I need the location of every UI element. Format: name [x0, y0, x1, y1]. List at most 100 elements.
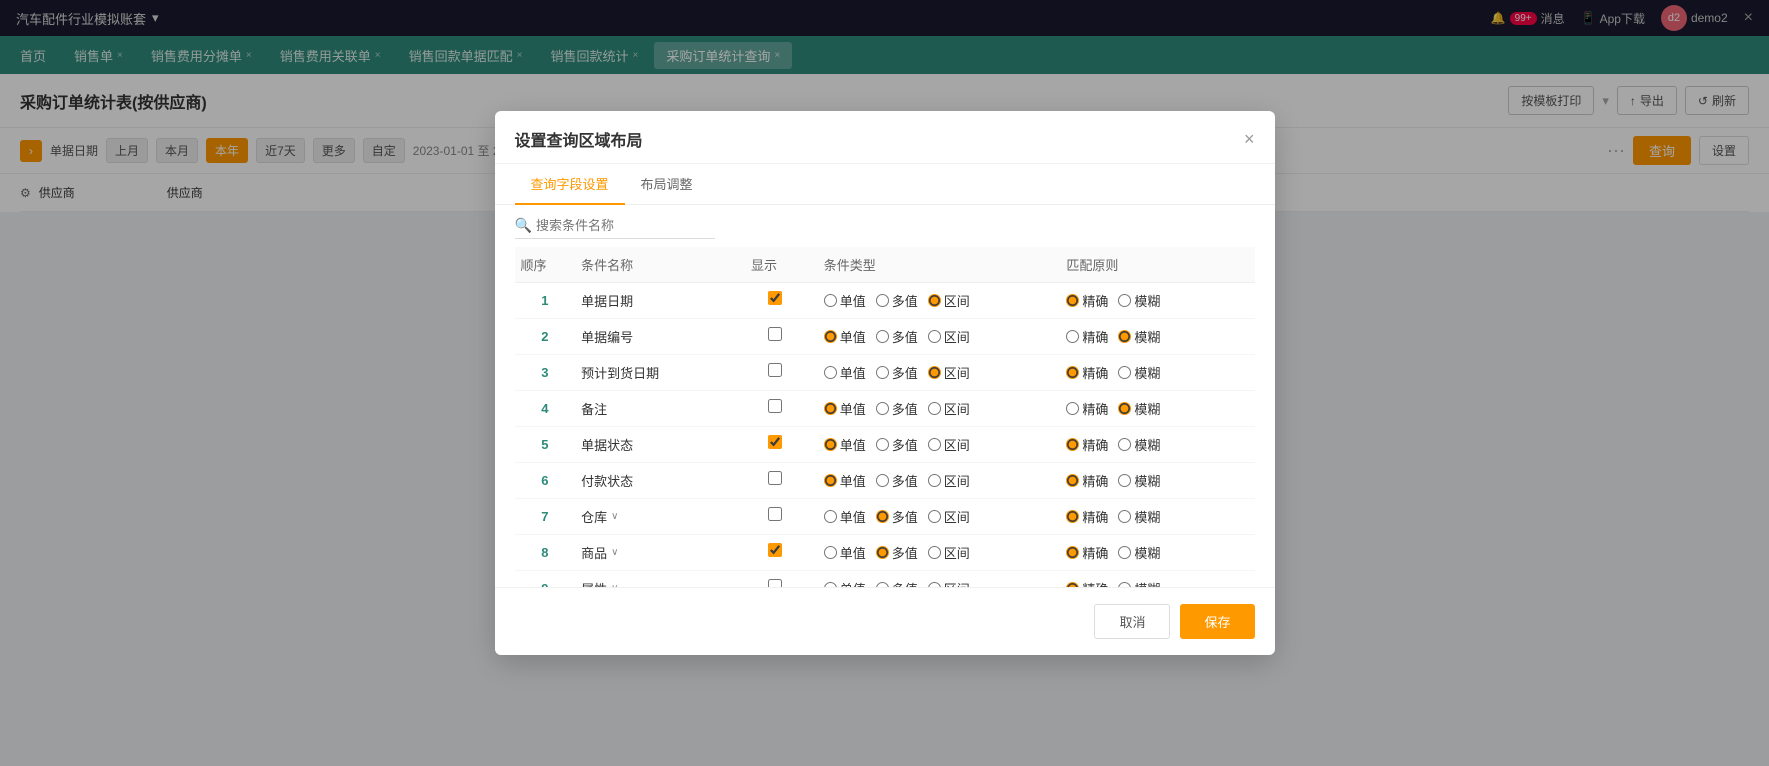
- type-multi-radio[interactable]: [876, 402, 889, 415]
- match-fuzzy-radio[interactable]: [1118, 402, 1131, 415]
- cell-show[interactable]: [745, 427, 805, 457]
- match-fuzzy-option[interactable]: 模糊: [1118, 507, 1160, 526]
- type-single-option[interactable]: 单值: [824, 291, 866, 310]
- type-single-radio[interactable]: [824, 546, 837, 559]
- cell-show[interactable]: [745, 499, 805, 529]
- type-single-option[interactable]: 单值: [824, 543, 866, 562]
- type-multi-radio[interactable]: [876, 294, 889, 307]
- show-checkbox[interactable]: [768, 327, 782, 341]
- type-range-option[interactable]: 区间: [928, 291, 970, 310]
- type-range-option[interactable]: 区间: [928, 327, 970, 346]
- type-single-option[interactable]: 单值: [824, 399, 866, 418]
- match-exact-radio[interactable]: [1066, 402, 1079, 415]
- type-single-option[interactable]: 单值: [824, 471, 866, 490]
- type-single-option[interactable]: 单值: [824, 435, 866, 454]
- type-multi-option[interactable]: 多值: [876, 471, 918, 490]
- type-single-radio[interactable]: [824, 366, 837, 379]
- match-fuzzy-option[interactable]: 模糊: [1118, 579, 1160, 587]
- type-single-radio[interactable]: [824, 474, 837, 487]
- match-exact-radio[interactable]: [1066, 474, 1079, 487]
- match-exact-radio[interactable]: [1066, 438, 1079, 451]
- match-exact-option[interactable]: 精确: [1066, 291, 1108, 310]
- cancel-btn[interactable]: 取消: [1094, 604, 1170, 639]
- type-range-option[interactable]: 区间: [928, 399, 970, 418]
- match-exact-option[interactable]: 精确: [1066, 363, 1108, 382]
- type-multi-option[interactable]: 多值: [876, 507, 918, 526]
- match-fuzzy-radio[interactable]: [1118, 582, 1131, 587]
- show-checkbox[interactable]: [768, 579, 782, 587]
- type-multi-option[interactable]: 多值: [876, 327, 918, 346]
- cell-show[interactable]: [745, 535, 805, 565]
- type-multi-option[interactable]: 多值: [876, 291, 918, 310]
- type-multi-radio[interactable]: [876, 510, 889, 523]
- cell-show[interactable]: [745, 355, 805, 385]
- show-checkbox[interactable]: [768, 507, 782, 521]
- type-range-radio[interactable]: [928, 294, 941, 307]
- type-range-radio[interactable]: [928, 366, 941, 379]
- match-exact-radio[interactable]: [1066, 366, 1079, 379]
- match-exact-option[interactable]: 精确: [1066, 435, 1108, 454]
- type-multi-option[interactable]: 多值: [876, 363, 918, 382]
- type-single-radio[interactable]: [824, 510, 837, 523]
- match-fuzzy-radio[interactable]: [1118, 510, 1131, 523]
- dialog-tab-query-fields[interactable]: 查询字段设置: [515, 164, 625, 205]
- match-exact-option[interactable]: 精确: [1066, 579, 1108, 587]
- type-multi-option[interactable]: 多值: [876, 579, 918, 587]
- type-multi-radio[interactable]: [876, 438, 889, 451]
- type-range-radio[interactable]: [928, 546, 941, 559]
- save-btn[interactable]: 保存: [1180, 604, 1254, 639]
- match-fuzzy-option[interactable]: 模糊: [1118, 399, 1160, 418]
- cell-show[interactable]: [745, 391, 805, 421]
- type-multi-radio[interactable]: [876, 582, 889, 587]
- type-range-radio[interactable]: [928, 402, 941, 415]
- cell-show[interactable]: [745, 463, 805, 493]
- type-multi-radio[interactable]: [876, 546, 889, 559]
- match-fuzzy-option[interactable]: 模糊: [1118, 327, 1160, 346]
- match-fuzzy-radio[interactable]: [1118, 438, 1131, 451]
- show-checkbox[interactable]: [768, 435, 782, 449]
- type-range-radio[interactable]: [928, 582, 941, 587]
- type-single-radio[interactable]: [824, 582, 837, 587]
- type-multi-radio[interactable]: [876, 330, 889, 343]
- match-exact-option[interactable]: 精确: [1066, 399, 1108, 418]
- type-multi-option[interactable]: 多值: [876, 543, 918, 562]
- type-single-radio[interactable]: [824, 294, 837, 307]
- match-exact-radio[interactable]: [1066, 510, 1079, 523]
- show-checkbox[interactable]: [768, 543, 782, 557]
- type-range-option[interactable]: 区间: [928, 543, 970, 562]
- type-single-option[interactable]: 单值: [824, 579, 866, 587]
- match-exact-radio[interactable]: [1066, 294, 1079, 307]
- dialog-tab-layout[interactable]: 布局调整: [625, 164, 709, 205]
- show-checkbox[interactable]: [768, 471, 782, 485]
- show-checkbox[interactable]: [768, 363, 782, 377]
- type-range-radio[interactable]: [928, 330, 941, 343]
- match-fuzzy-option[interactable]: 模糊: [1118, 363, 1160, 382]
- type-multi-radio[interactable]: [876, 474, 889, 487]
- type-range-option[interactable]: 区间: [928, 471, 970, 490]
- type-single-option[interactable]: 单值: [824, 507, 866, 526]
- type-range-radio[interactable]: [928, 438, 941, 451]
- type-range-radio[interactable]: [928, 474, 941, 487]
- table-scroll[interactable]: 顺序 条件名称 显示 条件类型 匹配原则 1单据日期 单值: [515, 247, 1255, 587]
- match-exact-option[interactable]: 精确: [1066, 471, 1108, 490]
- match-fuzzy-option[interactable]: 模糊: [1118, 291, 1160, 310]
- match-fuzzy-radio[interactable]: [1118, 474, 1131, 487]
- type-multi-option[interactable]: 多值: [876, 435, 918, 454]
- match-exact-radio[interactable]: [1066, 546, 1079, 559]
- match-fuzzy-option[interactable]: 模糊: [1118, 471, 1160, 490]
- type-range-option[interactable]: 区间: [928, 435, 970, 454]
- match-exact-option[interactable]: 精确: [1066, 327, 1108, 346]
- type-range-option[interactable]: 区间: [928, 579, 970, 587]
- type-single-radio[interactable]: [824, 438, 837, 451]
- cell-show[interactable]: [745, 319, 805, 349]
- match-fuzzy-option[interactable]: 模糊: [1118, 543, 1160, 562]
- type-single-radio[interactable]: [824, 402, 837, 415]
- match-fuzzy-radio[interactable]: [1118, 546, 1131, 559]
- type-single-option[interactable]: 单值: [824, 327, 866, 346]
- cell-show[interactable]: [745, 283, 805, 313]
- type-range-option[interactable]: 区间: [928, 507, 970, 526]
- show-checkbox[interactable]: [768, 399, 782, 413]
- cell-show[interactable]: [745, 571, 805, 587]
- match-fuzzy-radio[interactable]: [1118, 330, 1131, 343]
- dialog-close-btn[interactable]: ×: [1244, 130, 1255, 148]
